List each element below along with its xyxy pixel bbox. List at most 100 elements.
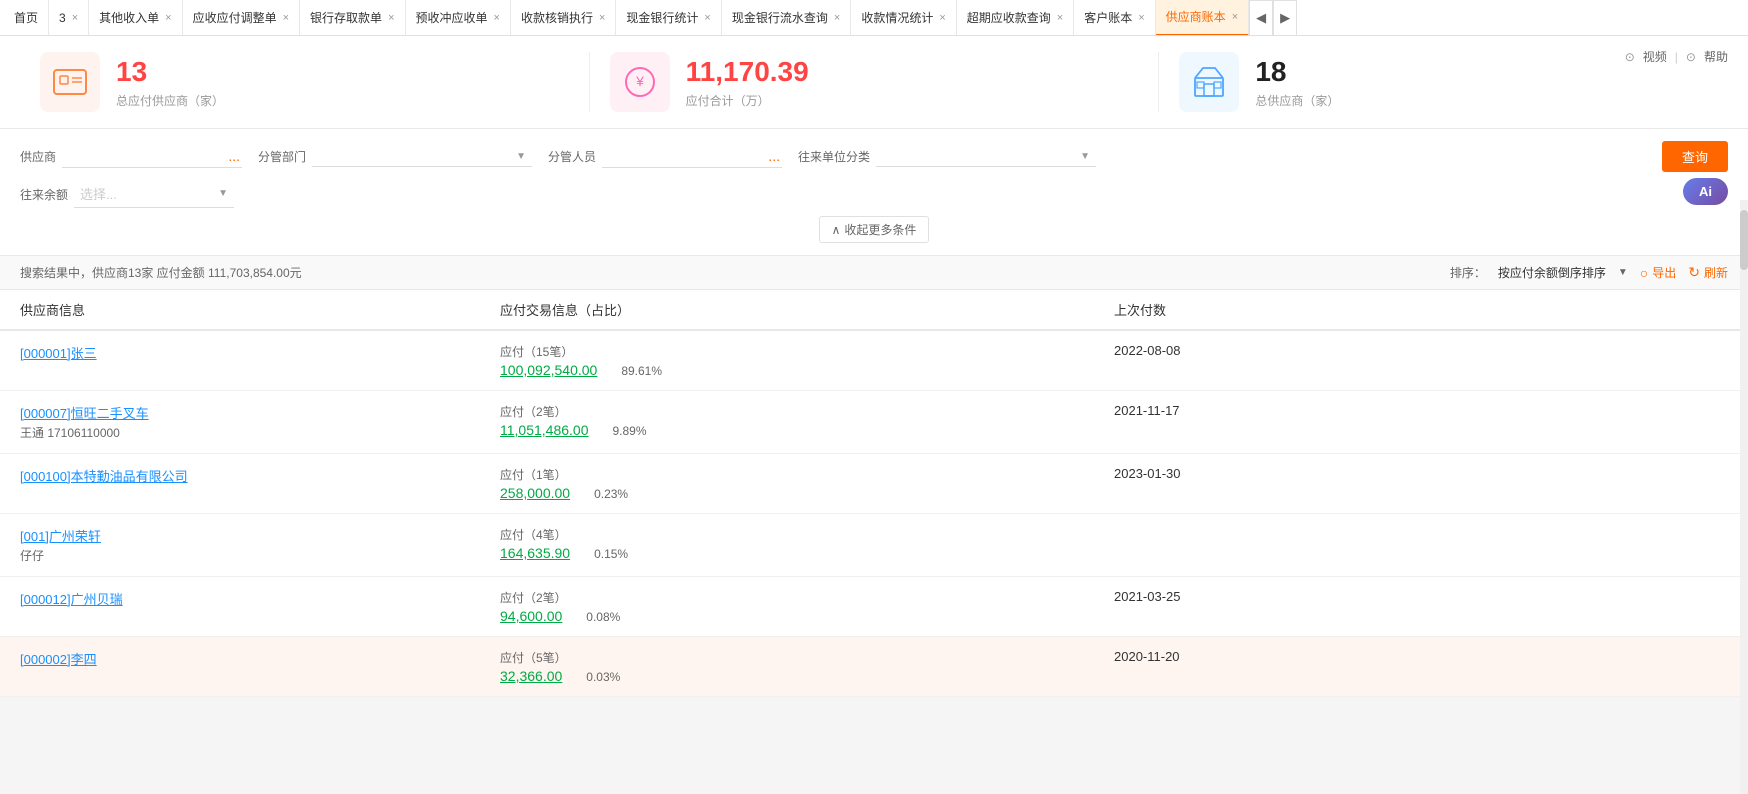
close-icon[interactable]: ×	[1232, 11, 1238, 23]
tx-row: 164,635.90 0.15%	[500, 543, 1114, 561]
close-icon[interactable]: ×	[704, 12, 710, 24]
close-icon[interactable]: ×	[72, 12, 78, 24]
nav-tab-overdue-ar[interactable]: 超期应收款查询 ×	[957, 0, 1074, 36]
nav-tab-3[interactable]: 3 ×	[49, 0, 89, 36]
scrollbar-track[interactable]	[1740, 200, 1748, 794]
export-label: 导出	[1652, 264, 1676, 281]
nav-tab-supplier-ledger[interactable]: 供应商账本 ×	[1156, 0, 1249, 36]
total-suppliers-text: 18 总供应商（家）	[1255, 55, 1339, 110]
close-icon[interactable]: ×	[599, 12, 605, 24]
nav-tab-home[interactable]: 首页	[4, 0, 49, 36]
supplier-link[interactable]: [000100]本特勤油品有限公司	[20, 466, 500, 485]
tx-label: 应付（15笔）	[500, 343, 1114, 360]
close-icon[interactable]: ×	[1057, 12, 1063, 24]
table-row: [000012]广州贝瑞 应付（2笔） 94,600.00 0.08% 2021…	[0, 577, 1748, 637]
filter-row-2: 往来余额 选择... ▼	[20, 180, 1728, 208]
nav-tab-cash-bank-stats[interactable]: 现金银行统计 ×	[616, 0, 721, 36]
export-button[interactable]: ○ 导出	[1640, 264, 1676, 281]
last-pay-date: 2020-11-20	[1114, 649, 1180, 664]
search-button[interactable]: 查询	[1662, 141, 1728, 172]
nav-prev-arrow[interactable]: ◀	[1249, 0, 1273, 36]
top-right-links: ⊙ 视频 | ⊙ 帮助	[1625, 48, 1728, 65]
nav-tab-collection-stats-label: 收款情况统计	[861, 9, 933, 26]
person-filter: 分管人员 ...	[548, 145, 782, 168]
tx-cell: 应付（5笔） 32,366.00 0.03%	[500, 649, 1114, 684]
nav-tab-ar-ap-adjust-label: 应收应付调整单	[193, 9, 277, 26]
supplier-link[interactable]: [000001]张三	[20, 343, 500, 362]
balance-filter: 往来余额 选择... ▼	[20, 180, 234, 208]
supplier-link[interactable]: [000002]李四	[20, 649, 500, 668]
category-dropdown[interactable]: ▼	[876, 147, 1096, 167]
chevron-down-icon: ▼	[1080, 151, 1090, 162]
supplier-link[interactable]: [001]广州荣轩	[20, 526, 500, 545]
supplier-link[interactable]: [000012]广州贝瑞	[20, 589, 500, 608]
collapse-label: 收起更多条件	[844, 221, 916, 238]
supplier-link[interactable]: [000007]恒旺二手叉车	[20, 403, 500, 422]
payable-icon: ¥	[610, 52, 670, 112]
refresh-button[interactable]: ↻ 刷新	[1688, 264, 1728, 281]
data-table: 供应商信息 应付交易信息（占比） 上次付数 [000001]张三 应付（15笔）…	[0, 290, 1748, 697]
dept-dropdown[interactable]: ▼	[312, 147, 532, 167]
payable-total-value: 11,170.39	[686, 55, 809, 89]
balance-filter-label: 往来余额	[20, 186, 68, 203]
filter-area: 供应商 ... 分管部门 ▼ 分管人员 ... 往来单位分类 ▼	[0, 129, 1748, 256]
collapse-button[interactable]: ∧ 收起更多条件	[819, 216, 930, 243]
tx-amount[interactable]: 94,600.00	[500, 608, 562, 624]
summary-card-payable-total: ¥ 11,170.39 应付合计（万）	[590, 52, 1160, 112]
export-icon: ○	[1640, 265, 1648, 281]
tx-label: 应付（5笔）	[500, 649, 1114, 666]
nav-tab-bank-deposit[interactable]: 银行存取款单 ×	[300, 0, 405, 36]
person-dots-icon[interactable]: ...	[768, 148, 780, 164]
close-icon[interactable]: ×	[939, 12, 945, 24]
close-icon[interactable]: ×	[834, 12, 840, 24]
result-actions: 排序： 按应付余额倒序排序 ▼ ○ 导出 ↻ 刷新	[1450, 264, 1728, 281]
nav-next-arrow[interactable]: ▶	[1273, 0, 1297, 36]
nav-tab-other-income[interactable]: 其他收入单 ×	[89, 0, 182, 36]
last-pay-cell: 2023-01-30	[1114, 466, 1728, 481]
nav-tab-customer-ledger[interactable]: 客户账本 ×	[1074, 0, 1155, 36]
top-navigation: 首页 3 × 其他收入单 × 应收应付调整单 × 银行存取款单 × 预收冲应收单…	[0, 0, 1748, 36]
close-icon[interactable]: ×	[388, 12, 394, 24]
nav-tab-advance-receive[interactable]: 预收冲应收单 ×	[406, 0, 511, 36]
tx-percent: 89.61%	[621, 364, 662, 378]
tx-amount[interactable]: 258,000.00	[500, 485, 570, 501]
scrollbar-thumb[interactable]	[1740, 210, 1748, 270]
circle-play-icon: ⊙	[1625, 50, 1635, 64]
tx-amount[interactable]: 11,051,486.00	[500, 422, 589, 438]
col-header-tx: 应付交易信息（占比）	[500, 300, 1114, 319]
table-row: [000100]本特勤油品有限公司 应付（1笔） 258,000.00 0.23…	[0, 454, 1748, 514]
supplier-cell: [000100]本特勤油品有限公司	[20, 466, 500, 485]
video-link[interactable]: 视频	[1643, 48, 1667, 65]
tx-cell: 应付（4笔） 164,635.90 0.15%	[500, 526, 1114, 561]
help-link[interactable]: 帮助	[1704, 48, 1728, 65]
supplier-filter: 供应商 ...	[20, 145, 242, 168]
close-icon[interactable]: ×	[165, 12, 171, 24]
sort-label: 排序：	[1450, 264, 1486, 281]
tx-cell: 应付（2笔） 11,051,486.00 9.89%	[500, 403, 1114, 438]
supplier-input[interactable]	[62, 145, 242, 167]
tx-amount[interactable]: 32,366.00	[500, 668, 562, 684]
person-input[interactable]	[602, 145, 782, 167]
nav-tab-3-label: 3	[59, 11, 66, 25]
close-icon[interactable]: ×	[1138, 12, 1144, 24]
nav-tab-cash-bank-flow[interactable]: 现金银行流水查询 ×	[722, 0, 851, 36]
close-icon[interactable]: ×	[283, 12, 289, 24]
supplier-dots-icon[interactable]: ...	[228, 148, 240, 164]
result-info: 搜索结果中，供应商13家 应付金额 111,703,854.00元	[20, 264, 1450, 281]
balance-dropdown[interactable]: 选择... ▼	[74, 180, 234, 208]
tx-amount[interactable]: 164,635.90	[500, 545, 570, 561]
nav-tab-payment-exec[interactable]: 收款核销执行 ×	[511, 0, 616, 36]
payable-suppliers-label: 总应付供应商（家）	[116, 92, 224, 109]
supplier-cell: [001]广州荣轩 仔仔	[20, 526, 500, 564]
sort-value[interactable]: 按应付余额倒序排序	[1498, 264, 1606, 281]
nav-tab-ar-ap-adjust[interactable]: 应收应付调整单 ×	[183, 0, 300, 36]
supplier-filter-label: 供应商	[20, 148, 56, 165]
nav-tab-collection-stats[interactable]: 收款情况统计 ×	[851, 0, 956, 36]
close-icon[interactable]: ×	[494, 12, 500, 24]
tx-amount[interactable]: 100,092,540.00	[500, 362, 597, 378]
person-filter-label: 分管人员	[548, 148, 596, 165]
supplier-cell: [000001]张三	[20, 343, 500, 362]
result-bar: 搜索结果中，供应商13家 应付金额 111,703,854.00元 排序： 按应…	[0, 256, 1748, 290]
ai-button[interactable]: Ai	[1683, 178, 1728, 205]
nav-tab-bank-deposit-label: 银行存取款单	[310, 9, 382, 26]
